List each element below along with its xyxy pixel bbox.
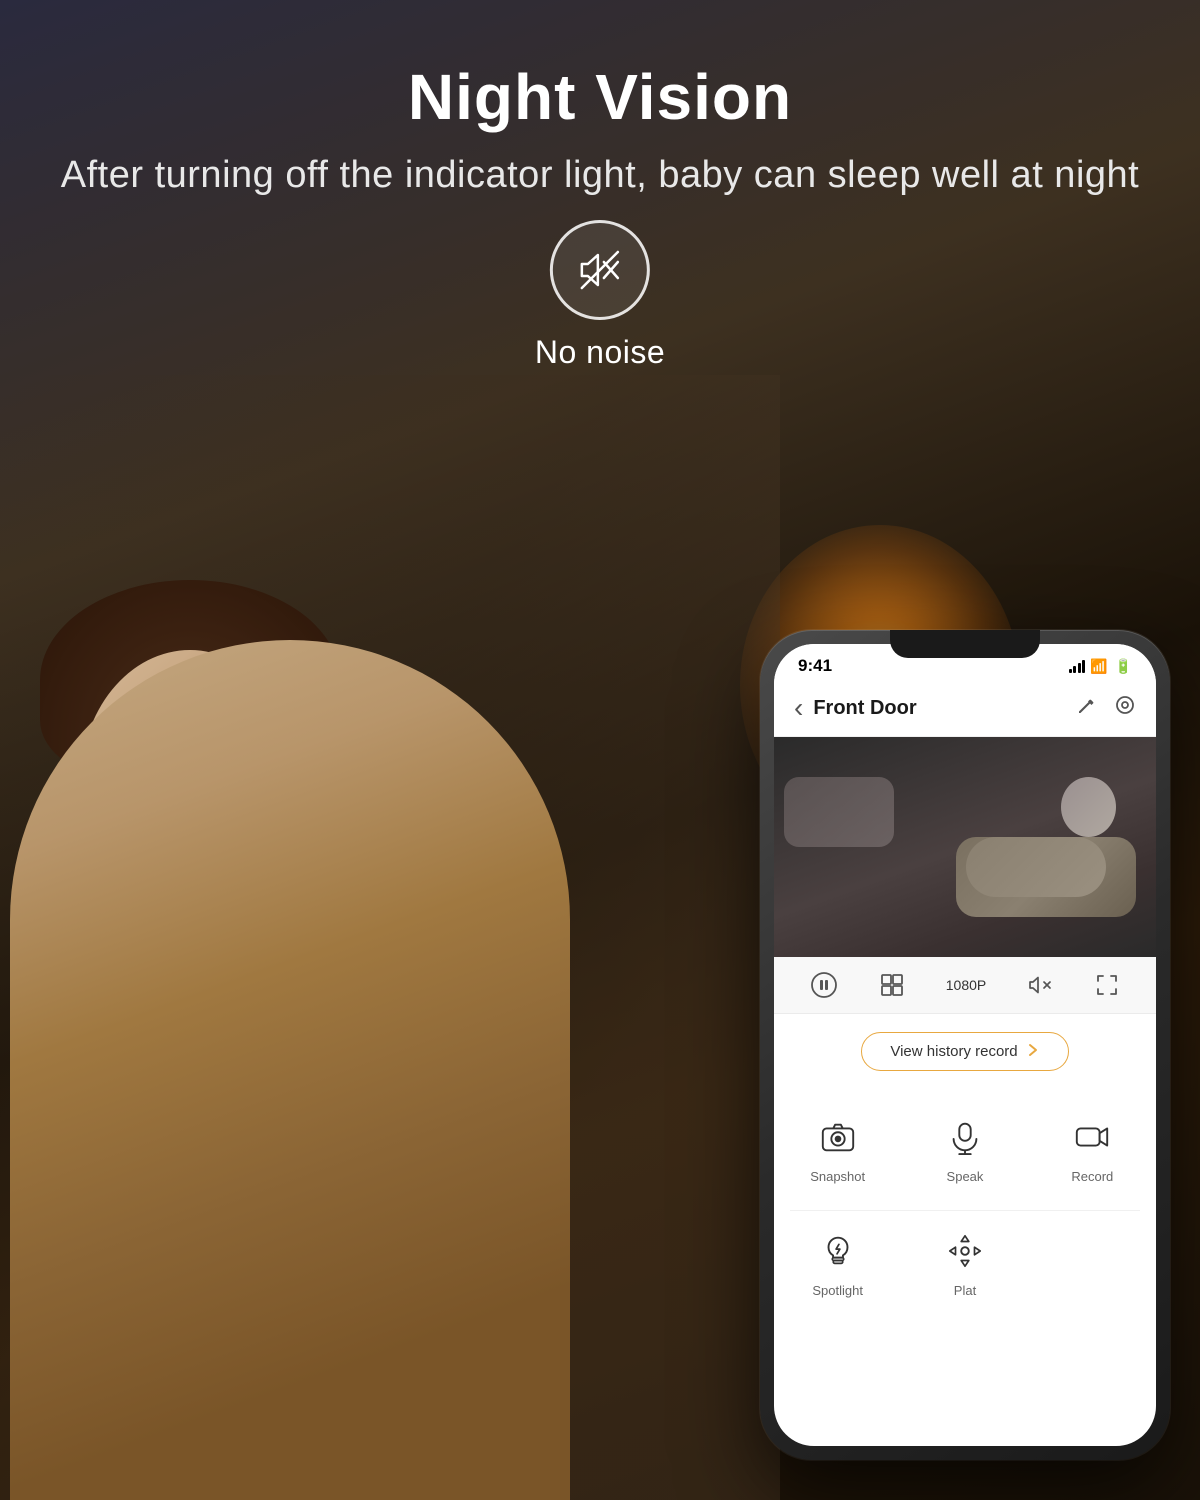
- action-grid-row2: Spotlight: [774, 1211, 1156, 1334]
- person-silhouette: [0, 580, 650, 1500]
- spotlight-button[interactable]: Spotlight: [774, 1211, 901, 1314]
- record-button[interactable]: Record: [1029, 1097, 1156, 1200]
- speak-icon: [941, 1113, 989, 1161]
- snapshot-button[interactable]: Snapshot: [774, 1097, 901, 1200]
- record-icon: [1068, 1113, 1116, 1161]
- battery-icon: 🔋: [1115, 658, 1132, 675]
- plat-icon: [941, 1227, 989, 1275]
- snapshot-label: Snapshot: [810, 1169, 865, 1184]
- phone-outer-shell: 9:41 📶 🔋 ‹ Front Door: [760, 630, 1170, 1460]
- view-history-button[interactable]: View history record: [861, 1032, 1068, 1071]
- history-btn-text: View history record: [890, 1043, 1017, 1060]
- mute-icon: [574, 244, 626, 296]
- no-noise-label: No noise: [535, 334, 665, 371]
- edit-icon[interactable]: [1076, 694, 1098, 722]
- no-noise-icon-circle: [550, 220, 650, 320]
- history-record-area: View history record: [774, 1014, 1156, 1087]
- top-section: Night Vision After turning off the indic…: [0, 0, 1200, 197]
- baby-body: [966, 837, 1106, 897]
- status-icons: 📶 🔋: [1069, 658, 1132, 675]
- app-title: Front Door: [813, 697, 1076, 720]
- no-noise-section: No noise: [535, 220, 665, 371]
- back-button[interactable]: ‹: [794, 692, 803, 724]
- header-action-icons: [1076, 694, 1136, 722]
- empty-action-cell: [1029, 1211, 1156, 1314]
- wifi-icon: 📶: [1090, 658, 1107, 675]
- phone-notch: [890, 630, 1040, 658]
- baby-head: [1061, 777, 1116, 837]
- fullscreen-button[interactable]: [1094, 972, 1120, 998]
- person-area: [0, 375, 780, 1500]
- speak-label: Speak: [947, 1169, 984, 1184]
- speak-button[interactable]: Speak: [901, 1097, 1028, 1200]
- video-controls: 1080P: [774, 957, 1156, 1014]
- page-subtitle: After turning off the indicator light, b…: [0, 154, 1200, 197]
- baby-figure-container: [956, 767, 1136, 917]
- plat-button[interactable]: Plat: [901, 1211, 1028, 1314]
- record-label: Record: [1071, 1169, 1113, 1184]
- grid-button[interactable]: [879, 972, 905, 998]
- plat-label: Plat: [954, 1283, 976, 1298]
- mute-button[interactable]: [1027, 972, 1053, 998]
- spotlight-label: Spotlight: [812, 1283, 863, 1298]
- settings-icon[interactable]: [1114, 694, 1136, 722]
- pause-button[interactable]: [810, 971, 838, 999]
- snapshot-icon: [814, 1113, 862, 1161]
- status-time: 9:41: [798, 656, 832, 676]
- app-header: ‹ Front Door: [774, 682, 1156, 737]
- spotlight-icon: [814, 1227, 862, 1275]
- history-btn-arrow: [1026, 1043, 1040, 1060]
- phone-screen: 9:41 📶 🔋 ‹ Front Door: [774, 644, 1156, 1446]
- camera-feed: [774, 737, 1156, 957]
- page-title: Night Vision: [0, 60, 1200, 134]
- signal-icon: [1069, 659, 1086, 673]
- phone-mockup: 9:41 📶 🔋 ‹ Front Door: [760, 630, 1170, 1460]
- resolution-label: 1080P: [946, 977, 986, 993]
- action-grid-row1: Snapshot Speak: [774, 1087, 1156, 1210]
- pillow: [784, 777, 894, 847]
- person-body: [10, 640, 570, 1500]
